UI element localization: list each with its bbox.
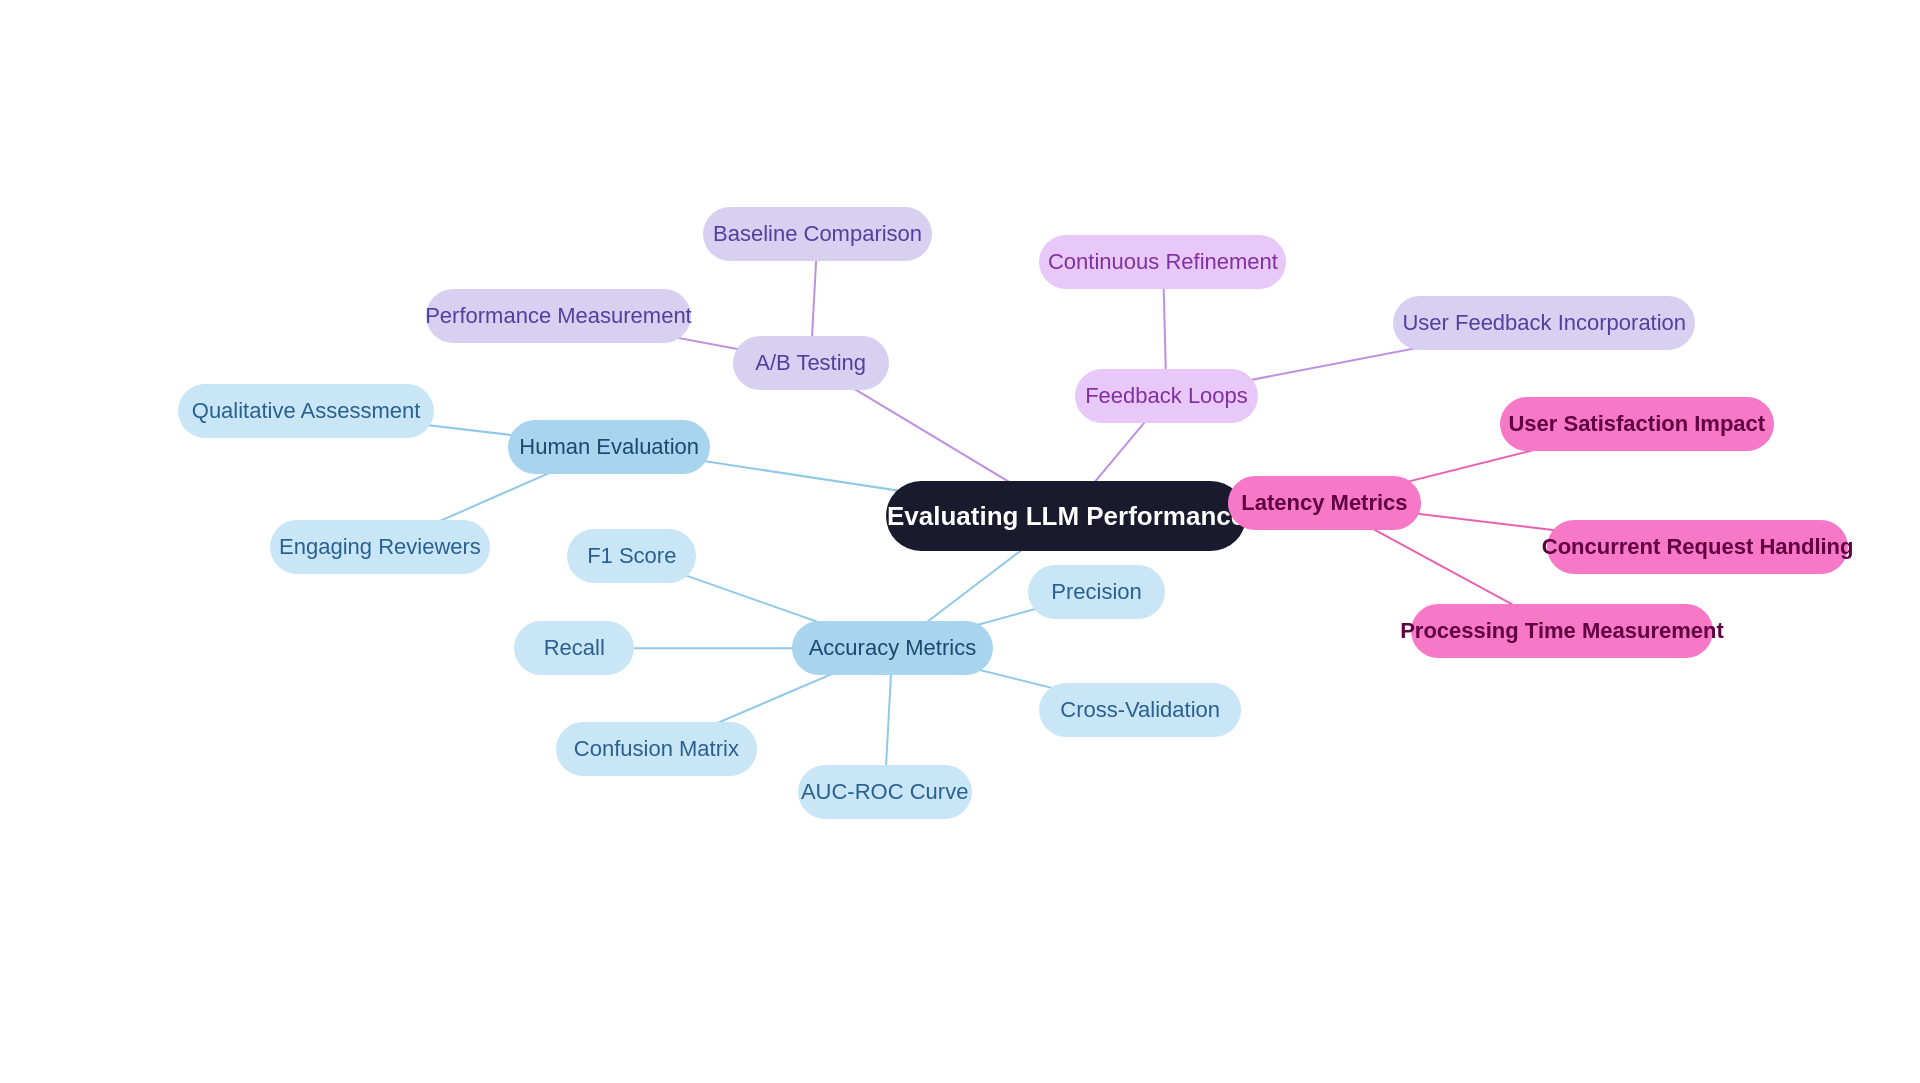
mindmap-container: Evaluating LLM Performance Human Evaluati…	[0, 0, 1920, 1083]
node-userFeedbackIncorporation[interactable]: User Feedback Incorporation	[1393, 296, 1695, 350]
node-confusionMatrix[interactable]: Confusion Matrix	[556, 722, 758, 776]
node-accuracyMetrics[interactable]: Accuracy Metrics	[792, 621, 994, 675]
node-humanEvaluation[interactable]: Human Evaluation	[508, 420, 710, 474]
node-baselineComparison[interactable]: Baseline Comparison	[703, 207, 932, 261]
node-crossValidation[interactable]: Cross-Validation	[1039, 683, 1241, 737]
node-concurrentRequestHandling[interactable]: Concurrent Request Handling	[1547, 520, 1849, 574]
node-abTesting[interactable]: A/B Testing	[733, 336, 889, 390]
node-f1Score[interactable]: F1 Score	[567, 529, 696, 583]
node-aucRoc[interactable]: AUC-ROC Curve	[798, 765, 972, 819]
node-continuousRefinement[interactable]: Continuous Refinement	[1039, 235, 1286, 289]
node-engagingReviewers[interactable]: Engaging Reviewers	[270, 520, 490, 574]
node-qualitativeAssessment[interactable]: Qualitative Assessment	[178, 384, 434, 438]
node-precision[interactable]: Precision	[1028, 565, 1166, 619]
node-latencyMetrics[interactable]: Latency Metrics	[1228, 476, 1421, 530]
node-processingTimeMeasurement[interactable]: Processing Time Measurement	[1411, 604, 1713, 658]
node-feedbackLoops[interactable]: Feedback Loops	[1075, 369, 1258, 423]
node-center[interactable]: Evaluating LLM Performance	[886, 481, 1246, 551]
node-userSatisfactionImpact[interactable]: User Satisfaction Impact	[1500, 397, 1774, 451]
node-performanceMeasurement[interactable]: Performance Measurement	[426, 289, 691, 343]
node-recall[interactable]: Recall	[514, 621, 634, 675]
